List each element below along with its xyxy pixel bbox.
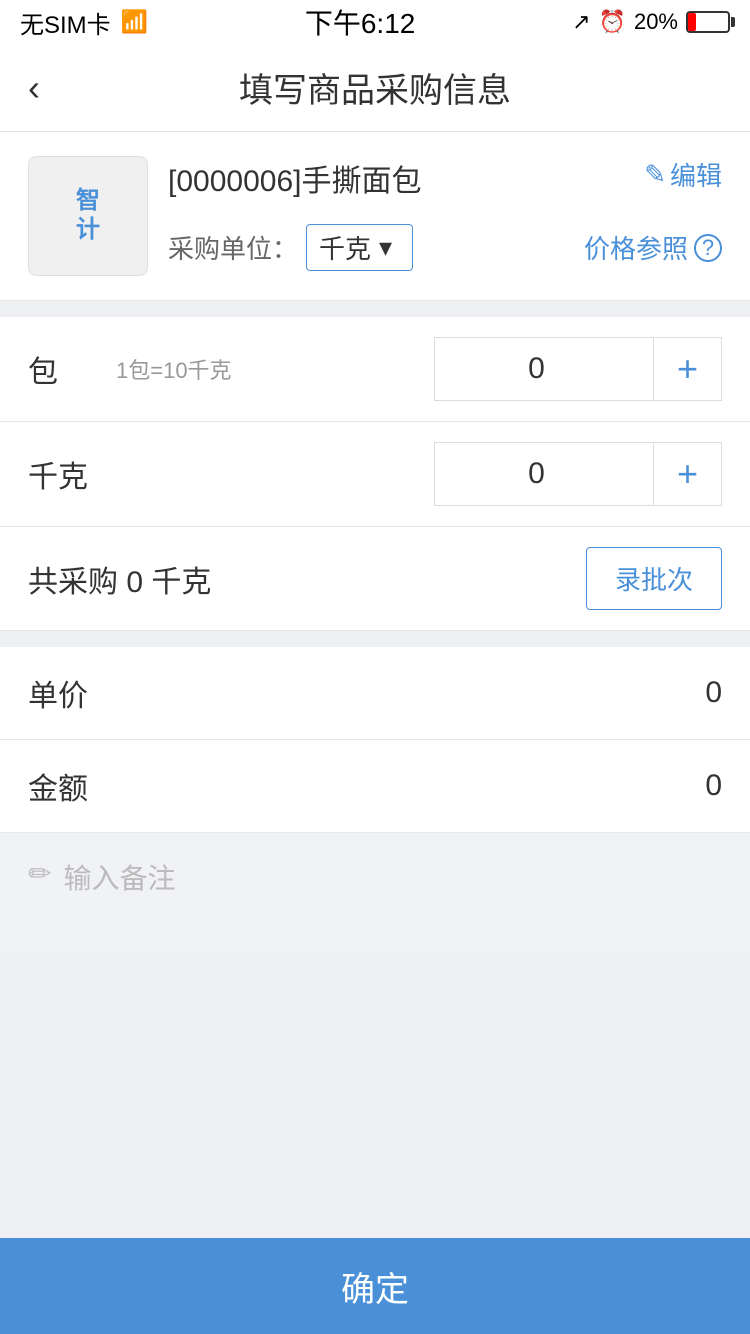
input-section: 包 1包=10千克 + 千克 + 共采购 0 千克 录批次 [0,317,750,631]
nav-bar: ‹ 填写商品采购信息 [0,44,750,132]
price-ref-button[interactable]: 价格参照 ? [584,229,722,266]
bag-controls: + [232,337,722,401]
product-card: 智 计 [0000006]手撕面包 ✎ 编辑 采购单位： 千克 ▾ 价格参照 ? [0,132,750,301]
section-divider-2 [0,631,750,647]
amount-label: 金额 [28,764,88,808]
remark-placeholder: 输入备注 [63,857,175,897]
product-logo: 智 计 [76,187,100,245]
edit-label: 编辑 [670,156,722,193]
price-info-section: 单价 0 金额 0 [0,647,750,833]
amount-value: 0 [705,769,722,803]
total-label: 共采购 0 千克 [28,557,211,601]
bag-quantity-input[interactable] [434,337,654,401]
edit-button[interactable]: ✎ 编辑 [644,156,722,193]
product-info: [0000006]手撕面包 ✎ 编辑 采购单位： 千克 ▾ 价格参照 ? [168,156,722,271]
battery-icon [686,11,730,33]
status-time: 下午6:12 [305,2,416,42]
battery-fill [688,13,696,31]
carrier-label: 无SIM卡 [20,5,111,40]
kg-input-row: 千克 + [0,422,750,527]
kg-label: 千克 [28,452,108,496]
price-ref-label: 价格参照 [584,229,688,266]
bag-sublabel: 1包=10千克 [116,353,232,385]
pencil-icon: ✏ [28,857,51,890]
dropdown-arrow-icon: ▾ [379,232,392,263]
bag-input-row: 包 1包=10千克 + [0,317,750,422]
alarm-icon: ⏰ [599,9,626,35]
unit-select[interactable]: 千克 ▾ [306,224,413,271]
kg-plus-button[interactable]: + [654,442,722,506]
help-icon: ? [694,234,722,262]
unit-prefix-label: 采购单位： [168,229,298,266]
status-bar: 无SIM卡 📶 下午6:12 ↗ ⏰ 20% [0,0,750,44]
amount-row: 金额 0 [0,740,750,833]
edit-icon: ✎ [644,159,666,190]
bag-label: 包 [28,347,108,391]
unit-price-row: 单价 0 [0,647,750,740]
product-header: [0000006]手撕面包 ✎ 编辑 [168,156,722,200]
unit-value: 千克 [319,229,371,266]
unit-selector-group: 采购单位： 千克 ▾ [168,224,413,271]
product-image: 智 计 [28,156,148,276]
confirm-button[interactable]: 确定 [0,1238,750,1334]
status-right: ↗ ⏰ 20% [572,9,730,35]
batch-button[interactable]: 录批次 [586,547,722,610]
bag-plus-button[interactable]: + [654,337,722,401]
page-title: 填写商品采购信息 [239,63,511,112]
wifi-icon: 📶 [121,9,148,35]
location-icon: ↗ [572,9,590,35]
kg-controls: + [108,442,722,506]
unit-price-value: 0 [705,676,722,710]
kg-quantity-input[interactable] [434,442,654,506]
remark-area[interactable]: ✏ 输入备注 [0,833,750,953]
back-button[interactable]: ‹ [28,67,40,109]
total-row: 共采购 0 千克 录批次 [0,527,750,631]
unit-price-label: 单价 [28,671,88,715]
product-name: [0000006]手撕面包 [168,156,644,200]
product-unit-row: 采购单位： 千克 ▾ 价格参照 ? [168,224,722,271]
status-left: 无SIM卡 📶 [20,5,148,40]
section-divider-1 [0,301,750,317]
battery-percent: 20% [634,9,678,35]
